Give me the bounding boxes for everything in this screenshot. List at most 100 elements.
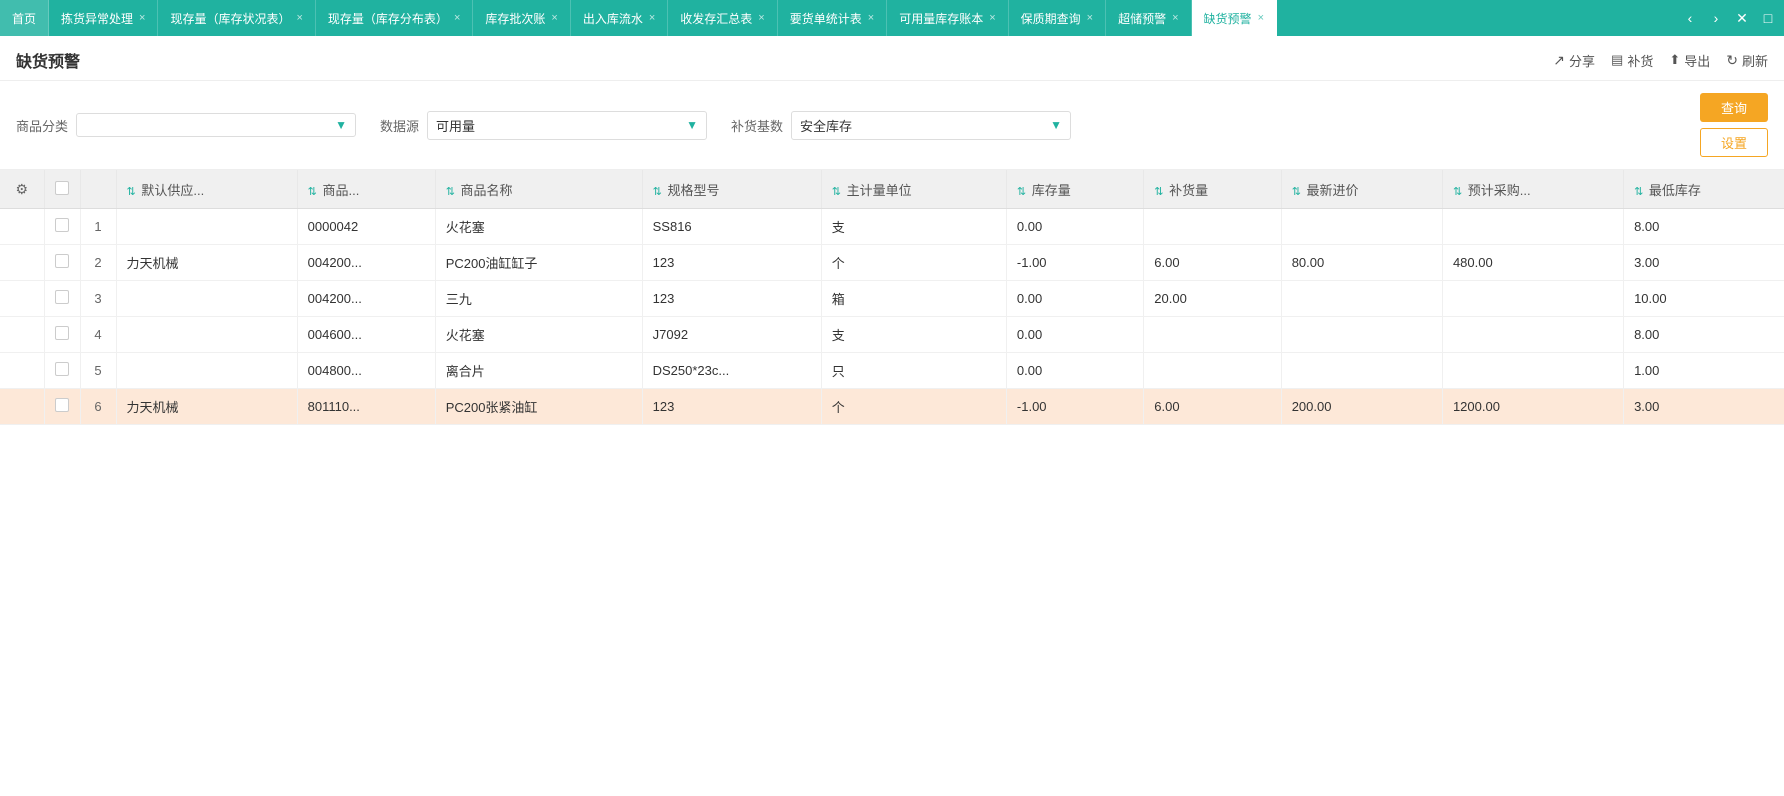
category-filter-select[interactable]: ▼: [76, 113, 356, 137]
tab-close-avail-ledger[interactable]: ×: [989, 12, 995, 24]
page-title: 缺货预警: [16, 48, 80, 72]
tab-next-btn[interactable]: ›: [1704, 6, 1728, 30]
tab-abnormal[interactable]: 拣货异常处理×: [49, 0, 158, 36]
export-action[interactable]: ⬆ 导出: [1669, 51, 1710, 70]
col-stock-qty[interactable]: ⇅ 库存量: [1006, 170, 1143, 209]
row-settings-cell: [0, 389, 44, 425]
replenish-action[interactable]: ▤ 补货: [1611, 51, 1653, 70]
row-checkbox[interactable]: [55, 398, 69, 412]
select-all-checkbox[interactable]: [55, 181, 69, 195]
export-label: 导出: [1684, 51, 1710, 70]
col-spec[interactable]: ⇅ 规格型号: [642, 170, 821, 209]
row-est-purchase: [1442, 209, 1623, 245]
tab-close-expiry[interactable]: ×: [1087, 12, 1093, 24]
col-replenish-qty-label: 补货量: [1169, 183, 1208, 198]
tab-home[interactable]: 首页: [0, 0, 49, 36]
settings-button[interactable]: 设置: [1700, 128, 1768, 157]
query-button[interactable]: 查询: [1700, 93, 1768, 122]
tab-close-batch[interactable]: ×: [551, 12, 557, 24]
tab-close-shortage[interactable]: ×: [1258, 12, 1264, 24]
tab-label-batch: 库存批次账: [485, 10, 545, 27]
table-row: 10000042火花塞SS816支0.008.00: [0, 209, 1784, 245]
tab-close-collect[interactable]: ×: [758, 12, 764, 24]
tab-close-abnormal[interactable]: ×: [139, 12, 145, 24]
datasource-filter-select[interactable]: 可用量 ▼: [427, 111, 707, 140]
replenish-base-filter-select[interactable]: 安全库存 ▼: [791, 111, 1071, 140]
col-supplier[interactable]: ⇅ 默认供应...: [116, 170, 297, 209]
tab-close-stock-dist[interactable]: ×: [454, 12, 460, 24]
row-settings-cell: [0, 353, 44, 389]
col-product-code-label: 商品...: [322, 183, 359, 198]
tab-close-stock-status[interactable]: ×: [296, 12, 302, 24]
col-est-purchase[interactable]: ⇅ 预计采购...: [1442, 170, 1623, 209]
row-number: 6: [80, 389, 116, 425]
stock-qty-sort-icon: ⇅: [1017, 186, 1026, 198]
row-min-stock: 1.00: [1624, 353, 1784, 389]
col-product-name[interactable]: ⇅ 商品名称: [435, 170, 642, 209]
replenish-qty-sort-icon: ⇅: [1154, 186, 1163, 198]
tab-fullscreen-btn[interactable]: □: [1756, 6, 1780, 30]
row-replenish-qty: 6.00: [1144, 245, 1281, 281]
row-checkbox[interactable]: [55, 326, 69, 340]
filter-bar: 商品分类 ▼ 数据源 可用量 ▼ 补货基数 安全库存 ▼ 查询 设置: [0, 81, 1784, 170]
product-name-sort-icon: ⇅: [446, 186, 455, 198]
tab-close-overstock[interactable]: ×: [1172, 12, 1178, 24]
row-checkbox-cell[interactable]: [44, 245, 80, 281]
tab-close-all-btn[interactable]: ✕: [1730, 6, 1754, 30]
row-checkbox[interactable]: [55, 290, 69, 304]
row-replenish-qty: [1144, 353, 1281, 389]
row-spec: SS816: [642, 209, 821, 245]
tab-collect[interactable]: 收发存汇总表×: [668, 0, 777, 36]
category-filter-group: 商品分类 ▼: [16, 113, 356, 137]
tab-avail-ledger[interactable]: 可用量库存账本×: [887, 0, 1008, 36]
tab-stock-status[interactable]: 现存量（库存状况表）×: [158, 0, 315, 36]
col-replenish-qty[interactable]: ⇅ 补货量: [1144, 170, 1281, 209]
tab-prev-btn[interactable]: ‹: [1678, 6, 1702, 30]
row-checkbox[interactable]: [55, 362, 69, 376]
share-action[interactable]: ↗ 分享: [1553, 51, 1595, 70]
table-row: 4004600...火花塞J7092支0.008.00: [0, 317, 1784, 353]
row-checkbox[interactable]: [55, 254, 69, 268]
row-product-name: 三九: [435, 281, 642, 317]
refresh-action[interactable]: ↻ 刷新: [1726, 51, 1768, 70]
replenish-base-dropdown-arrow: ▼: [1050, 118, 1062, 132]
row-checkbox[interactable]: [55, 218, 69, 232]
row-checkbox-cell[interactable]: [44, 389, 80, 425]
row-checkbox-cell[interactable]: [44, 317, 80, 353]
row-unit: 个: [821, 389, 1006, 425]
row-checkbox-cell[interactable]: [44, 209, 80, 245]
row-product-code: 004200...: [297, 245, 435, 281]
row-replenish-qty: [1144, 209, 1281, 245]
replenish-icon: ▤: [1611, 52, 1623, 68]
tab-close-inout[interactable]: ×: [649, 12, 655, 24]
row-checkbox-cell[interactable]: [44, 353, 80, 389]
row-min-stock: 8.00: [1624, 209, 1784, 245]
tab-order-stat[interactable]: 要货单统计表×: [778, 0, 887, 36]
col-stock-qty-label: 库存量: [1032, 183, 1071, 198]
row-unit: 支: [821, 209, 1006, 245]
tab-shortage[interactable]: 缺货预警×: [1192, 0, 1277, 36]
column-settings-icon[interactable]: ⚙: [11, 178, 33, 200]
col-latest-price[interactable]: ⇅ 最新进价: [1281, 170, 1442, 209]
tab-bar: 首页拣货异常处理×现存量（库存状况表）×现存量（库存分布表）×库存批次账×出入库…: [0, 0, 1784, 36]
col-settings[interactable]: ⚙: [0, 170, 44, 209]
col-select-all[interactable]: [44, 170, 80, 209]
category-filter-label: 商品分类: [16, 116, 68, 135]
tab-inout[interactable]: 出入库流水×: [571, 0, 668, 36]
col-min-stock[interactable]: ⇅ 最低库存: [1624, 170, 1784, 209]
row-est-purchase: [1442, 317, 1623, 353]
page-content: 缺货预警 ↗ 分享 ▤ 补货 ⬆ 导出 ↻ 刷新 商品分类: [0, 36, 1784, 796]
row-checkbox-cell[interactable]: [44, 281, 80, 317]
tab-batch[interactable]: 库存批次账 ×: [473, 0, 570, 36]
row-settings-cell: [0, 281, 44, 317]
tab-stock-dist[interactable]: 现存量（库存分布表）×: [316, 0, 473, 36]
col-unit[interactable]: ⇅ 主计量单位: [821, 170, 1006, 209]
row-product-code: 004600...: [297, 317, 435, 353]
tab-overstock[interactable]: 超储预警×: [1106, 0, 1191, 36]
col-product-code[interactable]: ⇅ 商品...: [297, 170, 435, 209]
col-num: [80, 170, 116, 209]
filter-actions: 查询 设置: [1700, 93, 1768, 157]
tab-close-order-stat[interactable]: ×: [868, 12, 874, 24]
tab-expiry[interactable]: 保质期查询×: [1009, 0, 1106, 36]
row-spec: 123: [642, 389, 821, 425]
